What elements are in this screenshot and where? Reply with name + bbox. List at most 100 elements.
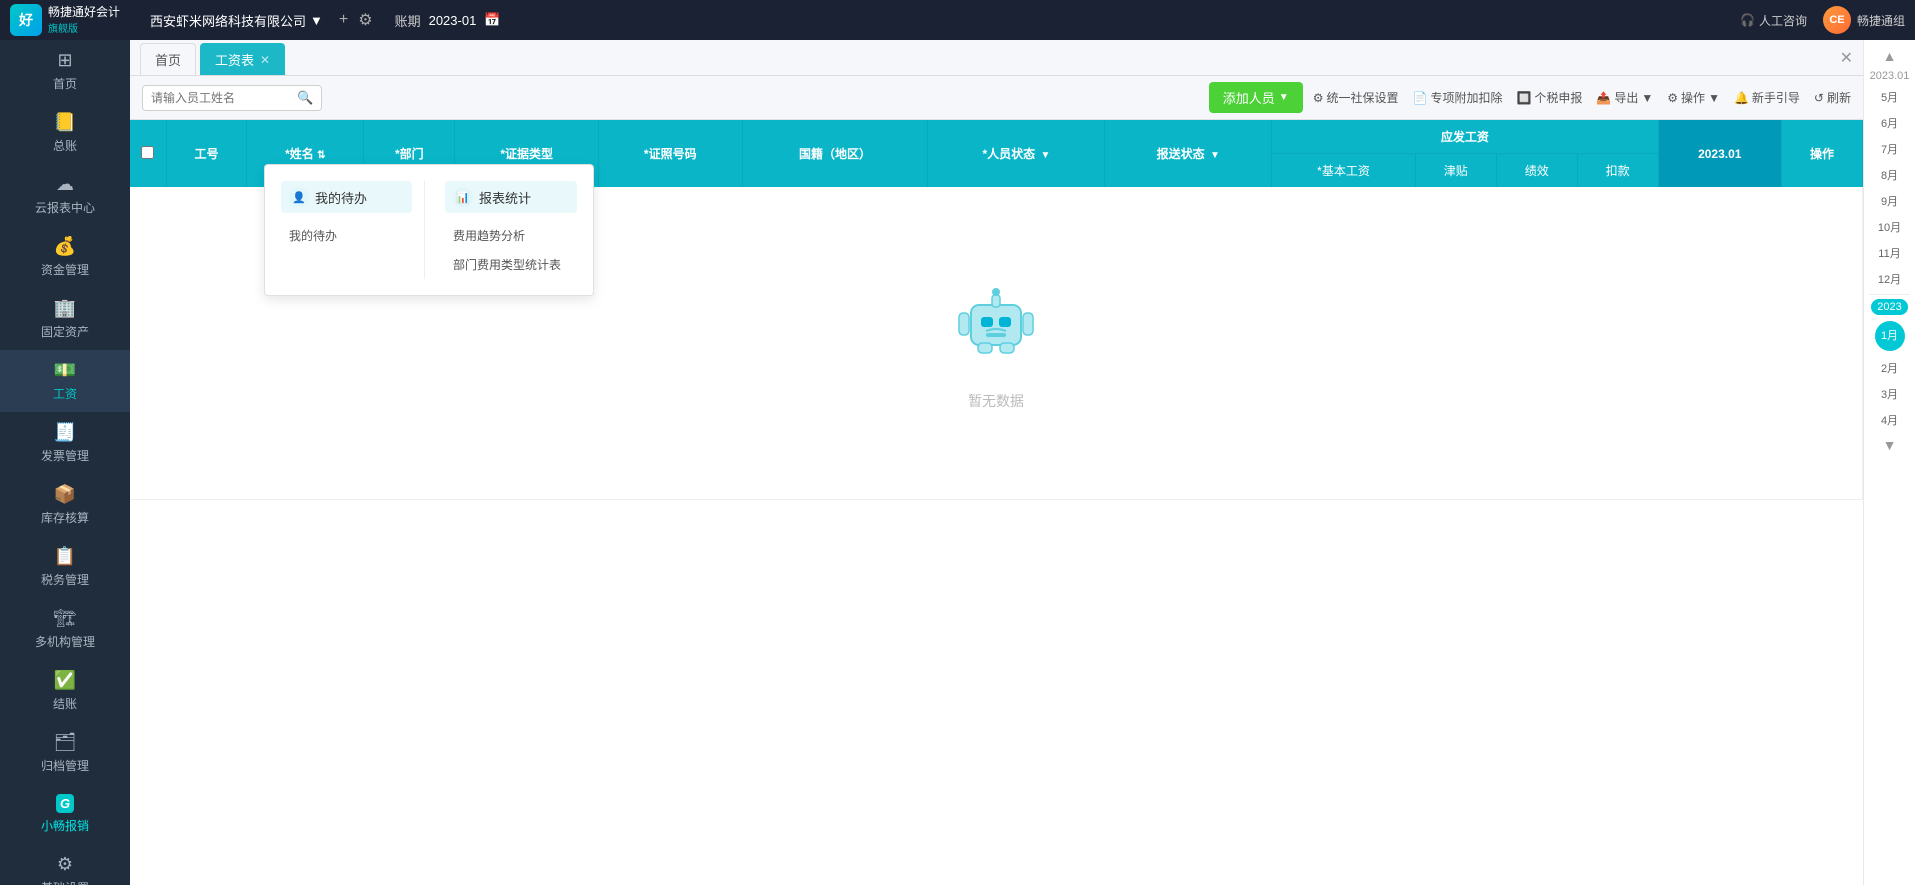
rs-month-2[interactable]: 2月 [1864, 355, 1915, 381]
home-icon: ⊞ [57, 50, 72, 71]
export-btn[interactable]: 📤 导出 ▼ [1596, 89, 1653, 106]
rs-month-4[interactable]: 4月 [1864, 407, 1915, 433]
dropdown-arrow-icon: ▼ [310, 13, 323, 28]
popup-chart-icon: 📊 [453, 187, 473, 207]
rs-nav-down[interactable]: ▼ [1879, 433, 1901, 457]
payroll-group-header: 应发工资 [1272, 120, 1658, 154]
report-status-header[interactable]: 报送状态 ▼ [1105, 120, 1272, 187]
sidebar-item-cloud-report[interactable]: ☁ 云报表中心 [0, 164, 130, 226]
deduction-header: 扣款 [1577, 154, 1658, 188]
export-arrow-icon: ▼ [1641, 91, 1653, 105]
sidebar-label: 首页 [53, 75, 77, 92]
calendar-icon[interactable]: 📅 [484, 12, 500, 28]
empty-text: 暂无数据 [968, 391, 1024, 411]
rs-month-9[interactable]: 9月 [1864, 188, 1915, 214]
sidebar-item-salary[interactable]: 💵 工资 [0, 350, 130, 412]
logo-area: 好 畅捷通好会计 旗舰版 [10, 4, 140, 36]
sidebar-item-basic[interactable]: ⚙ 基础设置 [0, 844, 130, 885]
right-sidebar: ▲ 2023.01 5月 6月 7月 8月 9月 10月 11月 12月 202… [1863, 40, 1915, 885]
toolbar-actions: ⚙ 统一社保设置 📄 专项附加扣除 🔲 个税申报 📤 导出 ▼ [1313, 89, 1851, 106]
popup-item-dept-expense[interactable]: 部门费用类型统计表 [445, 250, 577, 279]
period-label: 账期 [395, 11, 421, 30]
rs-month-12[interactable]: 12月 [1864, 266, 1915, 292]
personal-tax-btn[interactable]: 🔲 个税申报 [1516, 89, 1582, 106]
page-content: 🔍 添加人员 ▼ ⚙ 统一社保设置 📄 专项附加扣除 [130, 76, 1863, 885]
popup-item-my-pending[interactable]: 我的待办 [281, 221, 412, 250]
search-box: 🔍 [142, 85, 322, 111]
sidebar-item-ledger[interactable]: 📒 总账 [0, 102, 130, 164]
popup-section-reports: 📊 报表统计 费用趋势分析 部门费用类型统计表 [433, 181, 577, 279]
popup-item-expense-trend[interactable]: 费用趋势分析 [445, 221, 577, 250]
rs-month-3[interactable]: 3月 [1864, 381, 1915, 407]
sidebar-item-expense[interactable]: G 小畅报销 [0, 784, 130, 844]
top-header: 好 畅捷通好会计 旗舰版 西安虾米网络科技有限公司 ▼ + ⚙ 账期 2023-… [0, 0, 1915, 40]
popup-section2-label: 报表统计 [479, 188, 531, 207]
tab-bar: 首页 工资表 ✕ ✕ [130, 40, 1863, 76]
inventory-icon: 📦 [54, 484, 76, 505]
table-container: 工号 *姓名 ⇅ *部门 *证据类型 [130, 120, 1863, 885]
company-name[interactable]: 西安虾米网络科技有限公司 ▼ [150, 11, 323, 30]
rs-nav-up[interactable]: ▲ [1879, 44, 1901, 68]
user-area[interactable]: CE 畅捷通组 [1823, 6, 1905, 34]
sidebar-label: 资金管理 [41, 261, 89, 278]
refresh-btn[interactable]: ↺ 刷新 [1814, 89, 1851, 106]
social-settings-btn[interactable]: ⚙ 统一社保设置 [1313, 89, 1399, 106]
rs-year-badge: 2023 [1871, 299, 1907, 315]
popup-section1-title: 👤 我的待办 [281, 181, 412, 213]
rs-month-5[interactable]: 5月 [1864, 84, 1915, 110]
select-all-checkbox[interactable] [141, 146, 154, 159]
sidebar-label: 库存核算 [41, 509, 89, 526]
special-deduction-btn[interactable]: 📄 专项附加扣除 [1412, 89, 1502, 106]
archive-icon: 🗂 [54, 732, 77, 753]
rs-month-6[interactable]: 6月 [1864, 110, 1915, 136]
sidebar-item-invoice[interactable]: 🧾 发票管理 [0, 412, 130, 474]
sidebar-label: 归档管理 [41, 757, 89, 774]
rs-month-10[interactable]: 10月 [1864, 214, 1915, 240]
status-header[interactable]: *人员状态 ▼ [928, 120, 1105, 187]
search-icon: 🔍 [297, 90, 313, 106]
sidebar-item-multi-org[interactable]: 🏗 多机构管理 [0, 598, 130, 660]
special-deduction-icon: 📄 [1412, 91, 1427, 105]
rs-month-1-active[interactable]: 1月 [1875, 321, 1905, 351]
tab-close-icon[interactable]: ✕ [260, 53, 270, 67]
close-all-button[interactable]: ✕ [1840, 48, 1853, 68]
operations-label: 操作 [1681, 89, 1705, 106]
add-person-arrow-icon: ▼ [1279, 92, 1289, 103]
sidebar-item-fixed-assets[interactable]: 🏢 固定资产 [0, 288, 130, 350]
tab-home[interactable]: 首页 [140, 43, 196, 75]
checkbox-header[interactable] [130, 120, 166, 187]
sidebar-item-tax[interactable]: 📋 税务管理 [0, 536, 130, 598]
add-person-button[interactable]: 添加人员 ▼ [1209, 82, 1303, 113]
new-guide-icon: 🔔 [1734, 91, 1749, 105]
sidebar-item-home[interactable]: ⊞ 首页 [0, 40, 130, 102]
company-settings-icon[interactable]: ⚙ [358, 10, 372, 30]
rs-month-7[interactable]: 7月 [1864, 136, 1915, 162]
operations-icon: ⚙ [1667, 91, 1678, 105]
rs-month-8[interactable]: 8月 [1864, 162, 1915, 188]
tab-salary-table[interactable]: 工资表 ✕ [200, 43, 285, 75]
new-guide-label: 新手引导 [1752, 89, 1800, 106]
operations-btn[interactable]: ⚙ 操作 ▼ [1667, 89, 1720, 106]
sidebar-item-settlement[interactable]: ✅ 结账 [0, 660, 130, 722]
company-bar: 西安虾米网络科技有限公司 ▼ + ⚙ 账期 2023-01 📅 [140, 10, 1740, 30]
add-person-label: 添加人员 [1223, 88, 1275, 107]
sidebar-label: 工资 [53, 385, 77, 402]
cloud-icon: ☁ [56, 174, 74, 195]
popup-person-icon: 👤 [289, 187, 309, 207]
new-guide-btn[interactable]: 🔔 新手引导 [1734, 89, 1800, 106]
period-area: 账期 2023-01 📅 [395, 11, 501, 30]
sidebar-item-archive[interactable]: 🗂 归档管理 [0, 722, 130, 784]
company-actions: + ⚙ [339, 10, 373, 30]
sidebar-item-inventory[interactable]: 📦 库存核算 [0, 474, 130, 536]
logo-icon: 好 [10, 4, 42, 36]
period-value[interactable]: 2023-01 [429, 13, 477, 28]
sidebar-label: 发票管理 [41, 447, 89, 464]
headset-icon: 🎧 [1740, 13, 1755, 27]
rs-month-11[interactable]: 11月 [1864, 240, 1915, 266]
service-button[interactable]: 🎧 人工咨询 [1740, 12, 1807, 29]
add-company-icon[interactable]: + [339, 11, 348, 29]
popup-section-pending: 👤 我的待办 我的待办 [281, 181, 425, 279]
sidebar-item-fund[interactable]: 💰 资金管理 [0, 226, 130, 288]
search-input[interactable] [151, 91, 291, 105]
employee-id-header: 工号 [166, 120, 247, 187]
